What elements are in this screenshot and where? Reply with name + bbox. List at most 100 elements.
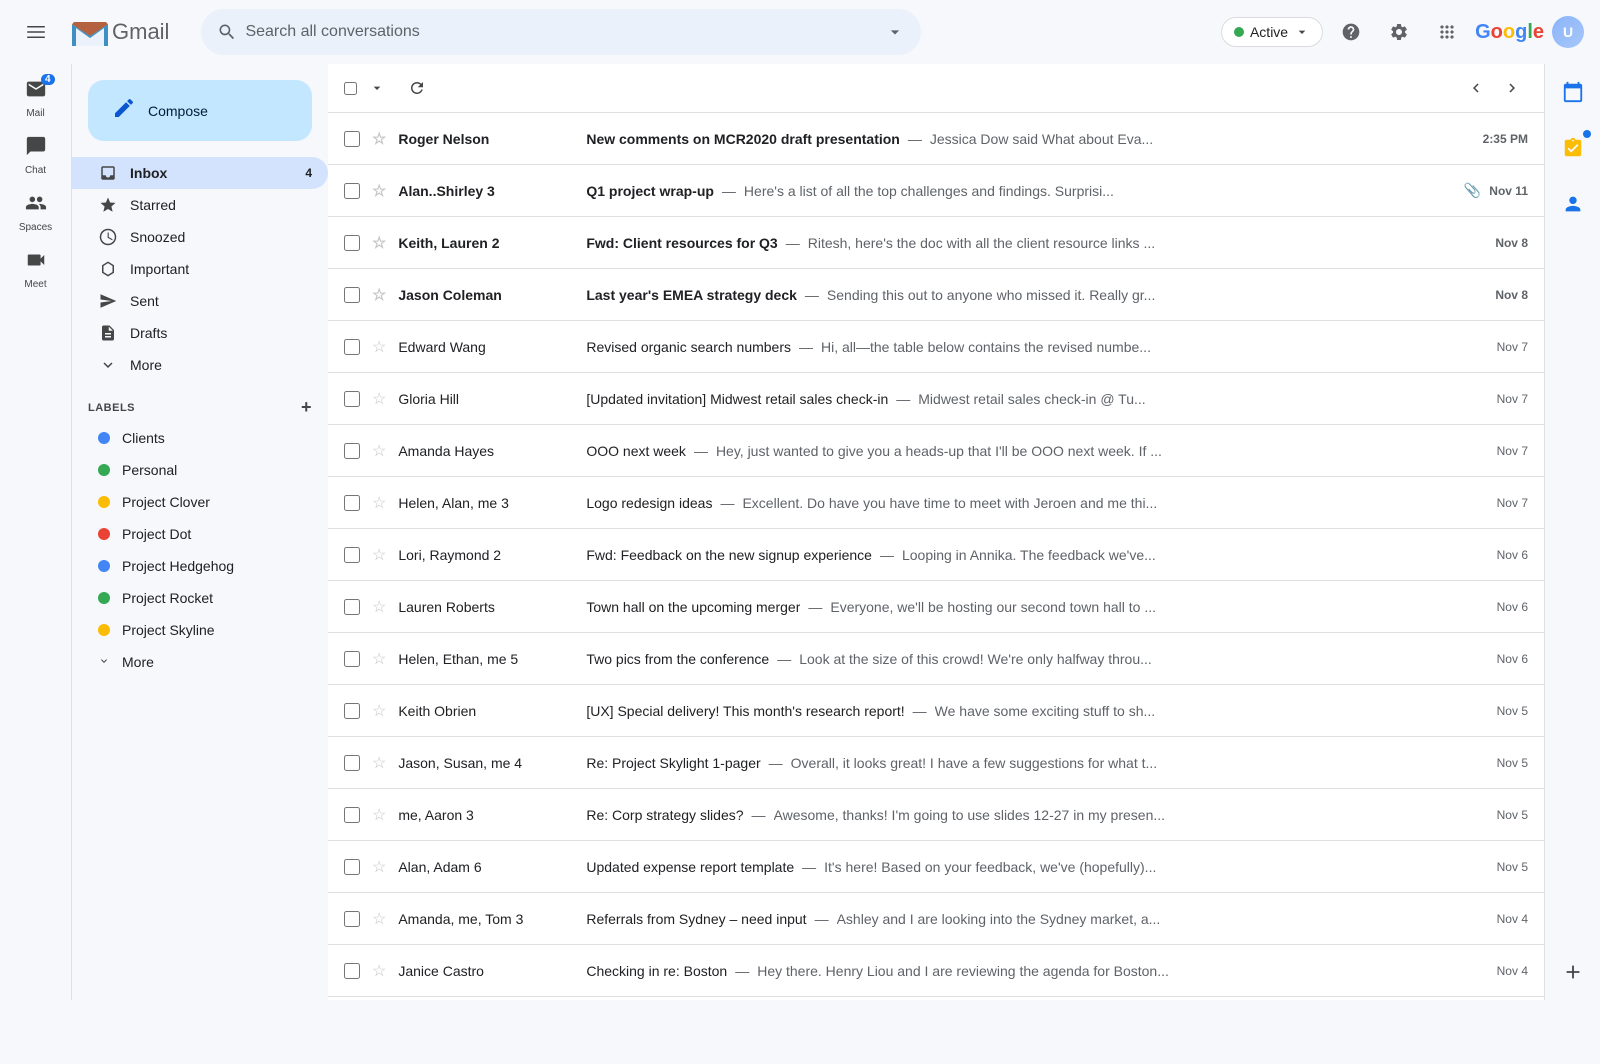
star-button-13[interactable]: ☆ — [372, 753, 386, 773]
email-row[interactable]: ☆ Roger Nelson New comments on MCR2020 d… — [328, 113, 1544, 165]
sidebar-label-personal[interactable]: Personal — [72, 454, 328, 486]
sidebar-item-starred[interactable]: Starred — [72, 189, 328, 221]
active-status-button[interactable]: Active — [1221, 17, 1323, 47]
email-row[interactable]: ☆ Helen, Ethan, me 5 Two pics from the c… — [328, 633, 1544, 685]
sidebar-item-drafts[interactable]: Drafts — [72, 317, 328, 349]
prev-page-button[interactable] — [1460, 72, 1492, 104]
star-button-9[interactable]: ☆ — [372, 545, 386, 565]
important-label: Important — [130, 261, 189, 277]
email-row[interactable]: ☆ Jason Coleman Last year's EMEA strateg… — [328, 269, 1544, 321]
sidebar-label-project-dot[interactable]: Project Dot — [72, 518, 328, 550]
star-button-5[interactable]: ☆ — [372, 337, 386, 357]
user-avatar[interactable]: U — [1552, 16, 1584, 48]
sidebar-item-sent[interactable]: Sent — [72, 285, 328, 317]
email-subject-17: Checking in re: Boston — [586, 963, 727, 979]
email-checkbox-8[interactable] — [344, 495, 360, 511]
star-button-15[interactable]: ☆ — [372, 857, 386, 877]
next-page-button[interactable] — [1496, 72, 1528, 104]
tasks-icon-button[interactable] — [1553, 128, 1593, 168]
email-date-4: Nov 8 — [1495, 288, 1528, 302]
sidebar-label-project-rocket[interactable]: Project Rocket — [72, 582, 328, 614]
email-row[interactable]: ☆ Keith Obrien [UX] Special delivery! Th… — [328, 685, 1544, 737]
calendar-icon-button[interactable] — [1553, 72, 1593, 112]
email-checkbox-6[interactable] — [344, 391, 360, 407]
search-dropdown-icon[interactable] — [885, 22, 905, 42]
sidebar-item-snoozed[interactable]: Snoozed — [72, 221, 328, 253]
star-button-12[interactable]: ☆ — [372, 701, 386, 721]
email-checkbox-17[interactable] — [344, 963, 360, 979]
email-checkbox-16[interactable] — [344, 911, 360, 927]
sidebar-label-project-hedgehog[interactable]: Project Hedgehog — [72, 550, 328, 582]
mini-nav-mail[interactable]: 4 Mail — [4, 72, 68, 125]
star-button-1[interactable]: ☆ — [372, 129, 386, 149]
star-button-10[interactable]: ☆ — [372, 597, 386, 617]
email-checkbox-14[interactable] — [344, 807, 360, 823]
email-row[interactable]: ☆ Keith, Lauren 2 Fwd: Client resources … — [328, 217, 1544, 269]
hamburger-button[interactable] — [16, 12, 56, 52]
sidebar-label-more2[interactable]: More — [72, 646, 328, 678]
email-row[interactable]: ☆ Lori, Raymond 2 Fwd: Feedback on the n… — [328, 529, 1544, 581]
labels-add-button[interactable]: + — [301, 397, 312, 418]
more1-icon — [98, 355, 118, 375]
email-row[interactable]: ☆ Lauren Roberts Town hall on the upcomi… — [328, 581, 1544, 633]
email-row[interactable]: ☆ Amanda Hayes OOO next week — Hey, just… — [328, 425, 1544, 477]
sidebar-item-important[interactable]: Important — [72, 253, 328, 285]
email-checkbox-10[interactable] — [344, 599, 360, 615]
email-checkbox-15[interactable] — [344, 859, 360, 875]
sidebar-label-clients[interactable]: Clients — [72, 422, 328, 454]
sidebar-item-inbox[interactable]: Inbox 4 — [72, 157, 328, 189]
email-row[interactable]: ☆ Helen, Alan, me 3 Logo redesign ideas … — [328, 477, 1544, 529]
select-dropdown-button[interactable] — [361, 72, 393, 104]
email-checkbox-12[interactable] — [344, 703, 360, 719]
star-button-3[interactable]: ☆ — [372, 233, 386, 253]
email-checkbox-5[interactable] — [344, 339, 360, 355]
star-button-16[interactable]: ☆ — [372, 909, 386, 929]
star-button-7[interactable]: ☆ — [372, 441, 386, 461]
email-checkbox-11[interactable] — [344, 651, 360, 667]
label-text-clients: Clients — [122, 430, 165, 446]
star-button-6[interactable]: ☆ — [372, 389, 386, 409]
email-row[interactable]: ☆ Gloria Hill [Updated invitation] Midwe… — [328, 373, 1544, 425]
email-row[interactable]: ☆ Amanda, me, Tom 3 Referrals from Sydne… — [328, 893, 1544, 945]
email-checkbox-2[interactable] — [344, 183, 360, 199]
email-row[interactable]: ☆ Alan, Adam 6 Updated expense report te… — [328, 841, 1544, 893]
star-button-8[interactable]: ☆ — [372, 493, 386, 513]
email-row[interactable]: ☆ Alan..Shirley 3 Q1 project wrap-up — H… — [328, 165, 1544, 217]
email-row[interactable]: ☆ me, Aaron 3 Re: Corp strategy slides? … — [328, 789, 1544, 841]
contacts-icon-button[interactable] — [1553, 184, 1593, 224]
email-row[interactable]: ☆ Edward Wang Revised organic search num… — [328, 321, 1544, 373]
add-sidebar-button[interactable] — [1553, 952, 1593, 992]
help-button[interactable] — [1331, 12, 1371, 52]
refresh-button[interactable] — [401, 72, 433, 104]
email-checkbox-9[interactable] — [344, 547, 360, 563]
email-checkbox-1[interactable] — [344, 131, 360, 147]
apps-button[interactable] — [1427, 12, 1467, 52]
mini-nav-spaces[interactable]: Spaces — [4, 186, 68, 239]
star-button-17[interactable]: ☆ — [372, 961, 386, 981]
mini-nav-meet[interactable]: Meet — [4, 243, 68, 296]
email-sender-14: me, Aaron 3 — [398, 807, 578, 823]
sidebar-label-project-clover[interactable]: Project Clover — [72, 486, 328, 518]
label-dot-clients — [98, 432, 110, 444]
sidebar-label-project-skyline[interactable]: Project Skyline — [72, 614, 328, 646]
star-button-11[interactable]: ☆ — [372, 649, 386, 669]
email-checkbox-7[interactable] — [344, 443, 360, 459]
mini-nav-chat[interactable]: Chat — [4, 129, 68, 182]
email-row[interactable]: ☆ Jason, Susan, me 4 Re: Project Skyligh… — [328, 737, 1544, 789]
email-checkbox-4[interactable] — [344, 287, 360, 303]
star-button-2[interactable]: ☆ — [372, 181, 386, 201]
settings-button[interactable] — [1379, 12, 1419, 52]
label-text-project-hedgehog: Project Hedgehog — [122, 558, 234, 574]
email-checkbox-13[interactable] — [344, 755, 360, 771]
email-body-2: Q1 project wrap-up — Here's a list of al… — [586, 183, 1456, 199]
star-button-4[interactable]: ☆ — [372, 285, 386, 305]
compose-button[interactable]: Compose — [88, 80, 312, 141]
email-list: ☆ Roger Nelson New comments on MCR2020 d… — [328, 113, 1544, 1000]
sidebar-item-more1[interactable]: More — [72, 349, 328, 381]
select-all-checkbox[interactable] — [344, 82, 357, 95]
search-input[interactable] — [245, 23, 877, 41]
email-checkbox-3[interactable] — [344, 235, 360, 251]
star-button-14[interactable]: ☆ — [372, 805, 386, 825]
email-row[interactable]: ☆ Janice Castro Checking in re: Boston —… — [328, 945, 1544, 997]
email-preview-17: Hey there. Henry Liou and I are reviewin… — [757, 963, 1488, 979]
